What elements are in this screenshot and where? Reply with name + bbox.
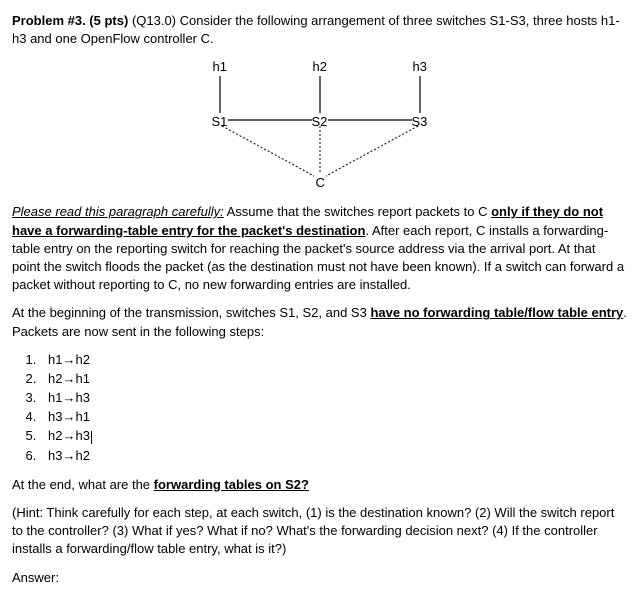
p2-u1: have no forwarding table/flow table entr… — [370, 305, 623, 320]
instructions-paragraph: Please read this paragraph carefully: As… — [12, 203, 627, 294]
answer-label: Answer: — [12, 569, 627, 587]
question-paragraph: At the end, what are the forwarding tabl… — [12, 476, 627, 494]
problem-label: Problem #3. (5 pts) — [12, 13, 128, 28]
switch-s3: S3 — [412, 113, 428, 131]
switch-s1: S1 — [212, 113, 228, 131]
host-h2: h2 — [313, 58, 327, 76]
instructions-lead: Please read this paragraph carefully: — [12, 204, 224, 219]
step-5: h2→h3 — [40, 427, 627, 446]
problem-header: Problem #3. (5 pts) (Q13.0) Consider the… — [12, 12, 627, 48]
setup-paragraph: At the beginning of the transmission, sw… — [12, 304, 627, 340]
q-t1: At the end, what are the — [12, 477, 154, 492]
steps-list: h1→h2 h2→h1 h1→h3 h3→h1 h2→h3 h3→h2 — [40, 351, 627, 466]
q-u1: forwarding tables on S2? — [154, 477, 309, 492]
step-4: h3→h1 — [40, 408, 627, 427]
p2-t1: At the beginning of the transmission, sw… — [12, 305, 370, 320]
step-6: h3→h2 — [40, 447, 627, 466]
host-h3: h3 — [413, 58, 427, 76]
switch-s2: S2 — [312, 113, 328, 131]
step-3: h1→h3 — [40, 389, 627, 408]
step-1: h1→h2 — [40, 351, 627, 370]
step-2: h2→h1 — [40, 370, 627, 389]
question-ref: (Q13.0) — [132, 13, 176, 28]
host-h1: h1 — [213, 58, 227, 76]
p1-t1: Assume that the switches report packets … — [224, 204, 491, 219]
network-diagram: h1 h2 h3 S1 S2 S3 C — [170, 58, 470, 188]
hint-paragraph: (Hint: Think carefully for each step, at… — [12, 504, 627, 559]
controller-c: C — [316, 174, 325, 192]
